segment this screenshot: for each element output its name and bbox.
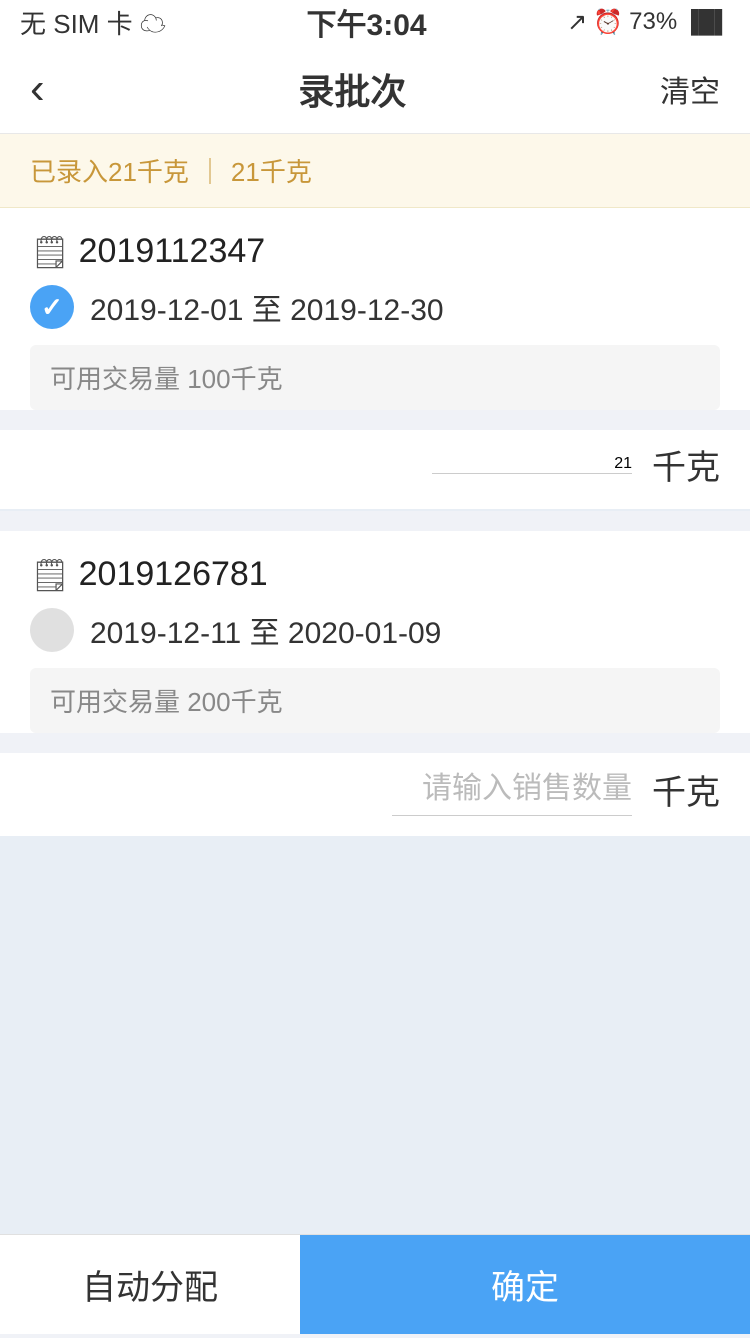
batch-doc-icon-1: 🗒 [30,233,71,271]
battery-text: 73% [629,8,677,36]
input-row-2: 请输入销售数量 千克 [0,753,750,836]
status-right: ↗ ⏰ 73% ▐█▌ [567,8,730,37]
page-title: 录批次 [298,63,406,115]
alarm-icon: ⏰ [593,8,623,37]
quantity-value-1: 21 [614,455,632,472]
batch-date-1: 2019-12-01 至 2019-12-30 [90,285,444,329]
batch-number-2: 2019126781 [79,555,268,594]
status-left: 无 SIM 卡 ☁ [20,4,166,41]
bottom-bar: 自动分配 确定 [0,1234,750,1334]
quantity-input-2[interactable]: 请输入销售数量 [392,763,632,816]
clear-button[interactable]: 清空 [660,67,720,111]
batch-checkbox-2[interactable] [30,608,74,652]
batch-item-2: 🗒 2019126781 2019-12-11 至 2020-01-09 可用交… [0,531,750,733]
batch-header-1: 🗒 2019112347 [30,232,720,271]
status-bar: 无 SIM 卡 ☁ 下午3:04 ↗ ⏰ 73% ▐█▌ [0,0,750,44]
summary-value: 21千克 [231,152,312,189]
gray-area [0,838,750,1238]
summary-bar: 已录入21千克 21千克 [0,134,750,208]
quantity-unit-1: 千克 [652,440,720,489]
summary-divider [209,158,211,184]
location-icon: ↗ [567,8,587,37]
nav-bar: ‹ 录批次 清空 [0,44,750,134]
quantity-row-1: 21 千克 [0,430,750,509]
no-sim-text: 无 SIM 卡 ☁ [20,4,166,41]
auto-distribute-button[interactable]: 自动分配 [0,1235,300,1334]
checkmark-icon-1: ✓ [41,292,63,323]
batch-item-1: 🗒 2019112347 ✓ 2019-12-01 至 2019-12-30 可… [0,208,750,410]
batch-doc-icon-2: 🗒 [30,556,71,594]
section-gap [0,511,750,531]
batch-checkbox-1[interactable]: ✓ [30,285,74,329]
batch-available-1: 可用交易量 100千克 [30,345,720,410]
batch-number-1: 2019112347 [79,232,266,271]
battery-icon: ▐█▌ [683,9,730,35]
batch-date-row-2: 2019-12-11 至 2020-01-09 [30,608,720,652]
input-unit-2: 千克 [652,765,720,814]
batch-available-2: 可用交易量 200千克 [30,668,720,733]
batch-date-2: 2019-12-11 至 2020-01-09 [90,608,441,652]
batch-header-2: 🗒 2019126781 [30,555,720,594]
quantity-input-1[interactable]: 21 [432,455,632,474]
status-time: 下午3:04 [307,0,427,44]
summary-label: 已录入21千克 [30,152,189,189]
back-button[interactable]: ‹ [30,67,45,111]
batch-date-row-1: ✓ 2019-12-01 至 2019-12-30 [30,285,720,329]
confirm-button[interactable]: 确定 [300,1235,750,1334]
